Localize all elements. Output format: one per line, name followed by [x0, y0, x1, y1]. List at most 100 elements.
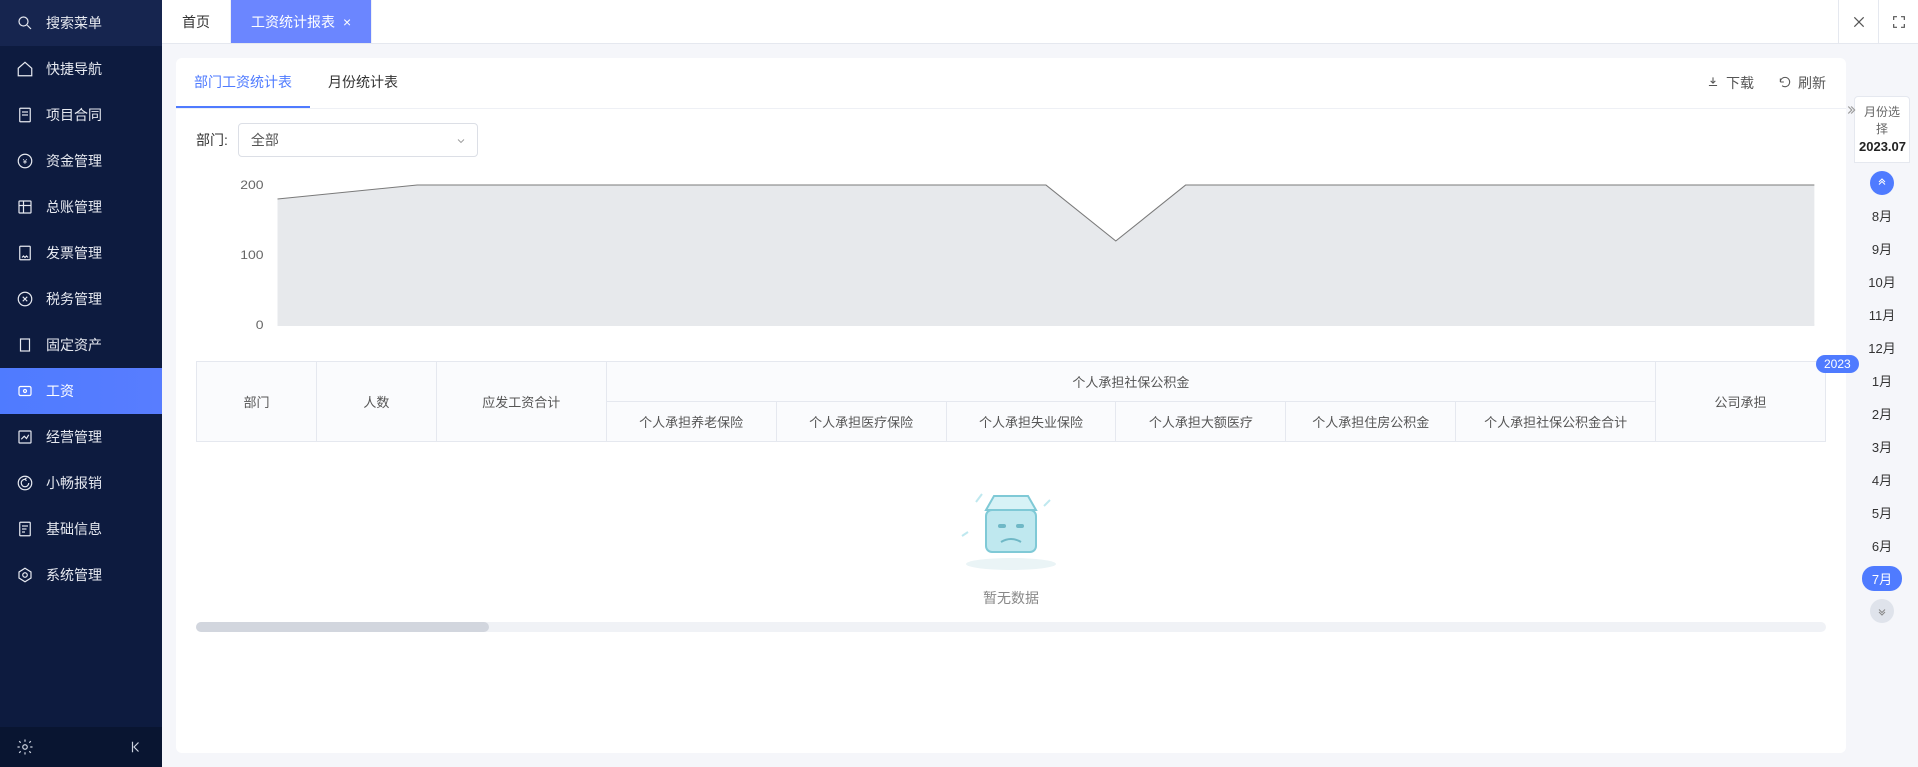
fullscreen-button[interactable] — [1878, 0, 1918, 44]
close-all-tabs-button[interactable] — [1838, 0, 1878, 44]
filter-row: 部门: 全部 — [176, 109, 1846, 167]
sidebar-item-label: 快捷导航 — [46, 59, 102, 79]
month-item-12[interactable]: 12月 — [1858, 335, 1905, 360]
month-header-value: 2023.07 — [1859, 139, 1905, 154]
tab-salary-stats-report[interactable]: 工资统计报表 × — [231, 0, 372, 43]
th-major-med: 个人承担大额医疗 — [1116, 402, 1286, 442]
chart-area-path — [278, 185, 1815, 325]
horizontal-scrollbar[interactable] — [196, 622, 1826, 632]
month-item-3[interactable]: 3月 — [1862, 434, 1902, 459]
table-wrap: 部门 人数 应发工资合计 个人承担社保公积金 公司承担 个人承担养老保险 个人承… — [196, 361, 1826, 442]
month-scroll-down-button[interactable] — [1870, 599, 1894, 623]
sidebar-item-search[interactable]: 搜索菜单 — [0, 0, 162, 46]
sidebar-item-tax[interactable]: 税务管理 — [0, 276, 162, 322]
sidebar-item-general-ledger[interactable]: 总账管理 — [0, 184, 162, 230]
salary-icon — [16, 382, 34, 400]
chevron-down-icon — [455, 134, 467, 146]
toolbar-right: 下载 刷新 — [1706, 73, 1826, 93]
building-icon — [16, 336, 34, 354]
month-item-1[interactable]: 1月 — [1862, 368, 1902, 393]
chart-svg: 200 100 0 — [196, 167, 1826, 347]
inner-tab-dept[interactable]: 部门工资统计表 — [176, 58, 310, 108]
svg-text:¥: ¥ — [23, 157, 28, 166]
empty-state: 暂无数据 — [176, 442, 1846, 618]
tab-label: 首页 — [182, 12, 210, 32]
th-group-personal: 个人承担社保公积金 — [606, 362, 1655, 402]
sidebar-item-label: 搜索菜单 — [46, 13, 102, 33]
dept-select-value: 全部 — [251, 130, 279, 150]
download-icon — [1706, 75, 1720, 92]
chart: 200 100 0 — [196, 167, 1826, 347]
dept-filter-label: 部门: — [196, 130, 228, 150]
sidebar-item-label: 固定资产 — [46, 335, 102, 355]
month-item-2[interactable]: 2月 — [1862, 401, 1902, 426]
month-header-title: 月份选择 — [1859, 103, 1905, 137]
month-list: 2023 8月 9月 10月 11月 12月 1月 2月 3月 4月 5月 6月… — [1854, 203, 1910, 591]
sidebar-item-label: 工资 — [46, 381, 74, 401]
collapse-month-panel-icon[interactable] — [1843, 103, 1857, 117]
sidebar: 搜索菜单 快捷导航 项目合同 ¥ 资金管理 总账管理 发票管理 — [0, 0, 162, 767]
th-dept: 部门 — [197, 362, 317, 442]
inner-tabs: 部门工资统计表 月份统计表 — [176, 58, 416, 108]
money-icon: ¥ — [16, 152, 34, 170]
sidebar-item-label: 发票管理 — [46, 243, 102, 263]
download-button[interactable]: 下载 — [1706, 73, 1754, 93]
th-pension: 个人承担养老保险 — [606, 402, 776, 442]
month-item-8[interactable]: 8月 — [1862, 203, 1902, 228]
sidebar-item-label: 小畅报销 — [46, 473, 102, 493]
month-item-9[interactable]: 9月 — [1862, 236, 1902, 261]
home-icon — [16, 60, 34, 78]
gear-icon[interactable] — [16, 738, 34, 756]
month-scroll-up-button[interactable] — [1870, 171, 1894, 195]
sidebar-item-system[interactable]: 系统管理 — [0, 552, 162, 598]
inner-tabs-row: 部门工资统计表 月份统计表 下载 刷新 — [176, 58, 1846, 109]
refresh-icon — [1778, 75, 1792, 92]
month-item-6[interactable]: 6月 — [1862, 533, 1902, 558]
month-item-10[interactable]: 10月 — [1858, 269, 1905, 294]
ytick-100: 100 — [240, 248, 263, 262]
ledger-icon — [16, 198, 34, 216]
month-panel: 月份选择 2023.07 2023 8月 9月 10月 11月 12月 1月 2… — [1854, 96, 1910, 767]
sidebar-item-reimburse[interactable]: 小畅报销 — [0, 460, 162, 506]
search-icon — [16, 14, 34, 32]
month-item-11[interactable]: 11月 — [1859, 302, 1906, 327]
app-root: 搜索菜单 快捷导航 项目合同 ¥ 资金管理 总账管理 发票管理 — [0, 0, 1918, 767]
data-table: 部门 人数 应发工资合计 个人承担社保公积金 公司承担 个人承担养老保险 个人承… — [196, 361, 1826, 442]
sidebar-item-label: 系统管理 — [46, 565, 102, 585]
month-header: 月份选择 2023.07 — [1854, 96, 1910, 163]
sidebar-item-quicknav[interactable]: 快捷导航 — [0, 46, 162, 92]
empty-illustration — [946, 472, 1076, 572]
th-housing: 个人承担住房公积金 — [1286, 402, 1456, 442]
sidebar-item-label: 经营管理 — [46, 427, 102, 447]
collapse-sidebar-icon[interactable] — [128, 738, 146, 756]
close-icon[interactable]: × — [343, 15, 351, 29]
sidebar-item-label: 总账管理 — [46, 197, 102, 217]
sidebar-item-funds[interactable]: ¥ 资金管理 — [0, 138, 162, 184]
sidebar-item-invoice[interactable]: 发票管理 — [0, 230, 162, 276]
month-item-7[interactable]: 7月 — [1862, 566, 1902, 591]
system-icon — [16, 566, 34, 584]
scrollbar-thumb[interactable] — [196, 622, 489, 632]
tab-home[interactable]: 首页 — [162, 0, 231, 43]
sidebar-item-business-mgmt[interactable]: 经营管理 — [0, 414, 162, 460]
sidebar-item-salary[interactable]: 工资 — [0, 368, 162, 414]
info-icon — [16, 520, 34, 538]
th-company-part: 公司承担 — [1656, 362, 1826, 442]
sidebar-item-basic-info[interactable]: 基础信息 — [0, 506, 162, 552]
reimburse-icon — [16, 474, 34, 492]
ytick-200: 200 — [240, 178, 263, 192]
empty-text: 暂无数据 — [983, 588, 1039, 608]
month-item-5[interactable]: 5月 — [1862, 500, 1902, 525]
sidebar-item-label: 基础信息 — [46, 519, 102, 539]
invoice-icon — [16, 244, 34, 262]
dept-select[interactable]: 全部 — [238, 123, 478, 157]
sidebar-item-fixed-assets[interactable]: 固定资产 — [0, 322, 162, 368]
sidebar-item-project-contract[interactable]: 项目合同 — [0, 92, 162, 138]
sidebar-item-label: 资金管理 — [46, 151, 102, 171]
month-item-4[interactable]: 4月 — [1862, 467, 1902, 492]
content-card: 部门工资统计表 月份统计表 下载 刷新 — [176, 58, 1846, 753]
refresh-button[interactable]: 刷新 — [1778, 73, 1826, 93]
th-count: 人数 — [316, 362, 436, 442]
main-column: 首页 工资统计报表 × 部门工资统计表 月份统计表 — [162, 0, 1918, 767]
inner-tab-month[interactable]: 月份统计表 — [310, 58, 416, 108]
